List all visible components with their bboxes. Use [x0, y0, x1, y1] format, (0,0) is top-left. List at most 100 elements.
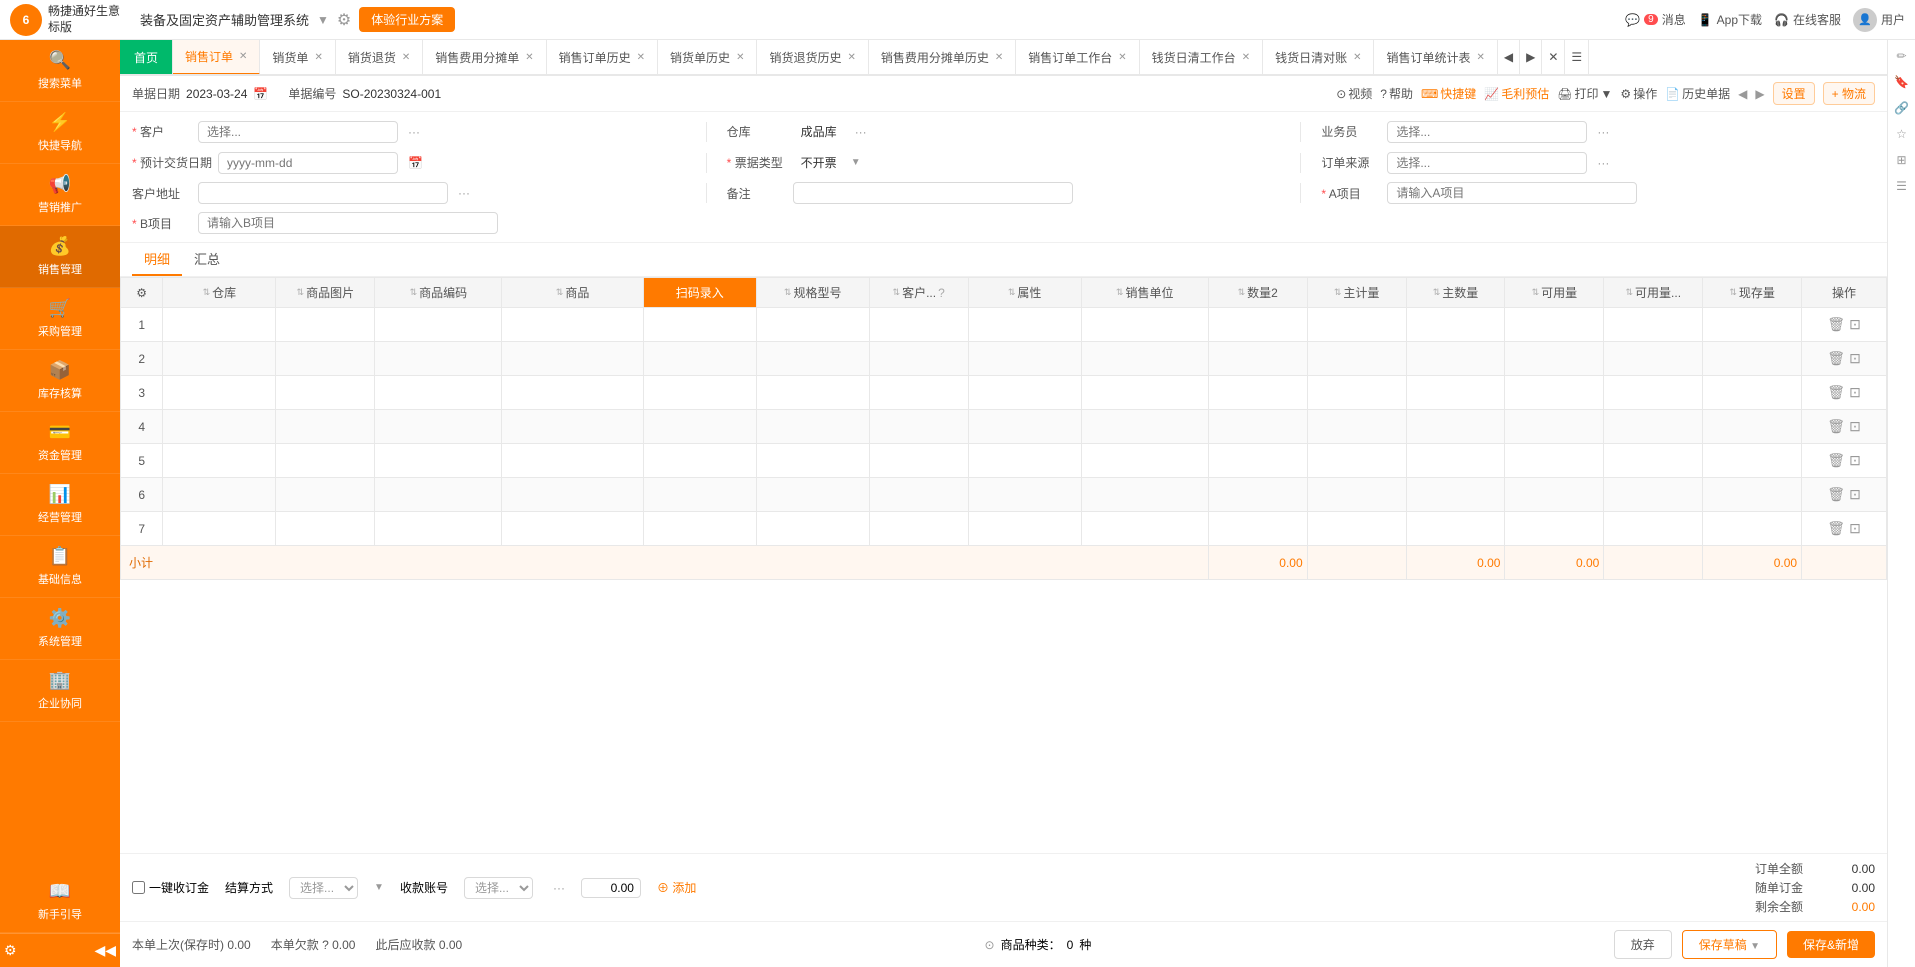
discard-btn[interactable]: 放弃 — [1614, 930, 1672, 959]
cell-main-qty[interactable] — [1406, 308, 1505, 342]
tab-return-history[interactable]: 销货退货历史 ✕ — [757, 40, 868, 75]
cell-customer-code[interactable] — [869, 376, 968, 410]
cell-unit[interactable] — [1081, 308, 1208, 342]
cell-unit[interactable] — [1081, 410, 1208, 444]
delete-icon[interactable]: 🗑 — [1827, 452, 1845, 469]
sidebar-item-inventory[interactable]: 📦 库存核算 — [0, 350, 120, 412]
warehouse-dots[interactable]: ··· — [855, 125, 867, 139]
tab-home[interactable]: 首页 — [120, 40, 173, 75]
delete-icon[interactable]: 🗑 — [1827, 520, 1845, 537]
sidebar-item-operations[interactable]: 📊 经营管理 — [0, 474, 120, 536]
cell-property[interactable] — [968, 342, 1081, 376]
cell-spec[interactable] — [756, 444, 869, 478]
tab-close-return-history[interactable]: ✕ — [847, 52, 855, 63]
help-btn[interactable]: ? 帮助 — [1380, 85, 1413, 102]
tab-close-sales-return[interactable]: ✕ — [402, 52, 410, 63]
copy-icon[interactable]: ⊡ — [1849, 520, 1861, 537]
cell-customer-code[interactable] — [869, 444, 968, 478]
copy-icon[interactable]: ⊡ — [1849, 316, 1861, 333]
shortcut-btn[interactable]: ⌨ 快捷键 — [1421, 85, 1476, 102]
tab-close-order-workbench[interactable]: ✕ — [1118, 52, 1126, 63]
cell-customer-code[interactable] — [869, 308, 968, 342]
form-settings-btn[interactable]: 设置 — [1773, 82, 1815, 105]
delivery-calendar-icon[interactable]: 📅 — [408, 156, 423, 170]
account-select[interactable]: 选择... — [464, 877, 533, 899]
operation-btn[interactable]: ⚙ 操作 — [1620, 85, 1657, 102]
tab-close-daily-reconcile[interactable]: ✕ — [1353, 52, 1361, 63]
profit-btn[interactable]: 📈 毛利预估 — [1484, 85, 1549, 102]
print-btn[interactable]: 🖨 打印 ▼ — [1557, 85, 1612, 102]
cell-property[interactable] — [968, 376, 1081, 410]
delete-icon[interactable]: 🗑 — [1827, 350, 1845, 367]
cell-property[interactable] — [968, 410, 1081, 444]
cell-qty2[interactable] — [1208, 308, 1307, 342]
cell-qty2[interactable] — [1208, 512, 1307, 546]
note-input[interactable] — [793, 182, 1073, 204]
tab-summary[interactable]: 汇总 — [182, 243, 232, 276]
tab-fee-history[interactable]: 销售费用分摊单历史 ✕ — [869, 40, 1016, 75]
tab-close-sales-invoice[interactable]: ✕ — [314, 52, 322, 63]
quick-settlement-checkbox[interactable] — [132, 881, 145, 894]
view-btn[interactable]: ⊙ 视频 — [1336, 85, 1372, 102]
cell-property[interactable] — [968, 308, 1081, 342]
cell-customer-code[interactable] — [869, 410, 968, 444]
app-download-item[interactable]: 📱 App下载 — [1698, 11, 1762, 28]
cell-spec[interactable] — [756, 342, 869, 376]
cell-warehouse[interactable] — [163, 308, 276, 342]
cell-main-qty[interactable] — [1406, 342, 1505, 376]
cell-warehouse[interactable] — [163, 444, 276, 478]
sidebar-item-basic[interactable]: 📋 基础信息 — [0, 536, 120, 598]
user-item[interactable]: 👤 用户 — [1853, 8, 1905, 32]
tab-invoice-history[interactable]: 销货单历史 ✕ — [658, 40, 757, 75]
tab-close-stats[interactable]: ✕ — [1477, 52, 1485, 63]
cell-product[interactable] — [502, 342, 643, 376]
delete-icon[interactable]: 🗑 — [1827, 486, 1845, 503]
cell-qty2[interactable] — [1208, 410, 1307, 444]
right-icon-4[interactable]: ☆ — [1890, 122, 1914, 146]
settings-icon[interactable]: ⚙ — [337, 10, 351, 30]
cell-customer-code[interactable] — [869, 512, 968, 546]
sidebar-item-purchase[interactable]: 🛒 采购管理 — [0, 288, 120, 350]
tab-nav-close[interactable]: ✕ — [1542, 40, 1565, 75]
copy-icon[interactable]: ⊡ — [1849, 350, 1861, 367]
cell-code[interactable] — [375, 308, 502, 342]
tab-sales-fee[interactable]: 销售费用分摊单 ✕ — [423, 40, 546, 75]
system-dropdown-icon[interactable]: ▼ — [317, 13, 329, 27]
notification-item[interactable]: 💬 9 消息 — [1625, 11, 1686, 28]
cell-product[interactable] — [502, 478, 643, 512]
delete-icon[interactable]: 🗑 — [1827, 316, 1845, 333]
right-icon-6[interactable]: ☰ — [1890, 174, 1914, 198]
tab-close-fee-history[interactable]: ✕ — [995, 52, 1003, 63]
order-source-dots[interactable]: ··· — [1597, 156, 1609, 170]
cell-property[interactable] — [968, 478, 1081, 512]
tab-close-sales-order-history[interactable]: ✕ — [637, 52, 645, 63]
add-row-btn[interactable]: ⊕ 添加 — [657, 879, 696, 896]
save-draft-dropdown[interactable]: ▼ — [1750, 941, 1760, 952]
order-source-input[interactable] — [1387, 152, 1587, 174]
cell-code[interactable] — [375, 478, 502, 512]
delete-icon[interactable]: 🗑 — [1827, 418, 1845, 435]
cell-product[interactable] — [502, 410, 643, 444]
cell-unit[interactable] — [1081, 478, 1208, 512]
cell-warehouse[interactable] — [163, 342, 276, 376]
history-btn[interactable]: 📄 历史单据 — [1665, 85, 1730, 102]
cell-warehouse[interactable] — [163, 512, 276, 546]
sidebar-item-nav[interactable]: ⚡ 快捷导航 — [0, 102, 120, 164]
tab-daily-workbench[interactable]: 钱货日清工作台 ✕ — [1140, 40, 1263, 75]
tab-sales-order[interactable]: 销售订单 ✕ — [173, 40, 260, 75]
right-icon-1[interactable]: ✏ — [1890, 44, 1914, 68]
cell-property[interactable] — [968, 444, 1081, 478]
industry-btn[interactable]: 体验行业方案 — [359, 7, 455, 32]
sidebar-item-sales[interactable]: 💰 销售管理 — [0, 226, 120, 288]
sidebar-settings-icon[interactable]: ⚙ — [4, 942, 17, 959]
sidebar-item-marketing[interactable]: 📢 营销推广 — [0, 164, 120, 226]
staff-input[interactable] — [1387, 121, 1587, 143]
right-icon-5[interactable]: ⊞ — [1890, 148, 1914, 172]
save-new-btn[interactable]: 保存&新增 — [1787, 931, 1875, 958]
cell-code[interactable] — [375, 444, 502, 478]
cell-main-qty[interactable] — [1406, 410, 1505, 444]
a-project-input[interactable] — [1387, 182, 1637, 204]
cell-qty2[interactable] — [1208, 444, 1307, 478]
cell-warehouse[interactable] — [163, 478, 276, 512]
sidebar-item-finance[interactable]: 💳 资金管理 — [0, 412, 120, 474]
